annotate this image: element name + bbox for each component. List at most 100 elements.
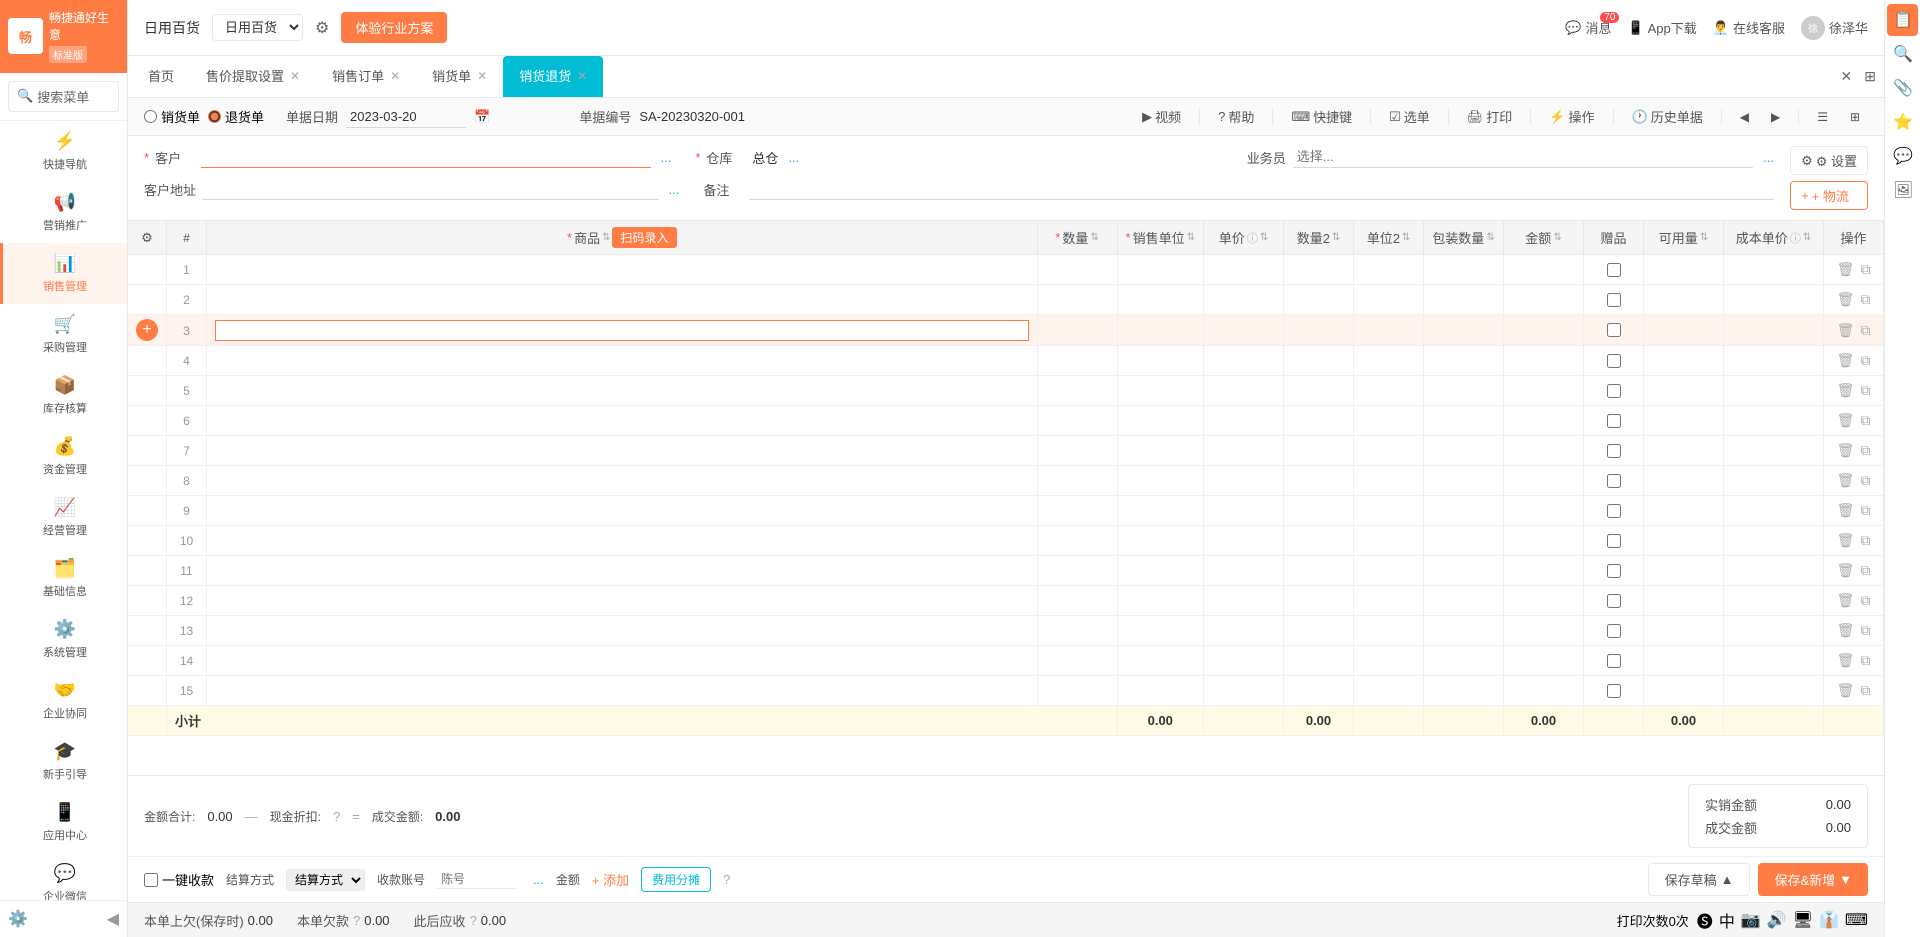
row-price-7[interactable] [1204, 436, 1284, 466]
row-price-3[interactable] [1204, 315, 1284, 346]
s-icon-4[interactable]: 🔊 [1767, 910, 1787, 930]
row-amount-10[interactable] [1504, 526, 1584, 556]
sidebar-item-wechat[interactable]: 💬企业微信 [0, 853, 127, 900]
row-amount-7[interactable] [1504, 436, 1584, 466]
delete-row-icon-7[interactable]: 🗑 [1837, 442, 1855, 459]
discount-info-icon[interactable]: ? [333, 809, 340, 824]
row-pkg-8[interactable] [1424, 466, 1504, 496]
gift-checkbox-8[interactable] [1607, 474, 1621, 488]
settings-button[interactable]: ⚙ ⚙ 设置 [1790, 146, 1868, 175]
right-panel-btn-3[interactable]: 📎 [1887, 72, 1918, 104]
row-unit2-6[interactable] [1354, 406, 1424, 436]
tab-close-sales-delivery[interactable]: ✕ [477, 69, 487, 83]
row-unit-6[interactable] [1117, 406, 1203, 436]
sort-product-icon[interactable]: ⇅ [602, 232, 610, 243]
copy-row-icon-11[interactable]: ⧉ [1860, 562, 1870, 579]
row-pkg-14[interactable] [1424, 646, 1504, 676]
s-icon-2[interactable]: 中 [1719, 908, 1735, 932]
row-price-4[interactable] [1204, 346, 1284, 376]
row-gift-10[interactable] [1584, 526, 1644, 556]
select-btn[interactable]: ☑ 选单 [1381, 104, 1438, 129]
row-price-1[interactable] [1204, 255, 1284, 285]
delete-row-icon-2[interactable]: 🗑 [1837, 291, 1855, 308]
row-price-14[interactable] [1204, 646, 1284, 676]
row-cost-3[interactable] [1724, 315, 1824, 346]
tab-close-sales-order[interactable]: ✕ [390, 69, 400, 83]
row-qty2-6[interactable] [1284, 406, 1354, 436]
row-qty-9[interactable] [1037, 496, 1117, 526]
row-unit-11[interactable] [1117, 556, 1203, 586]
row-gift-13[interactable] [1584, 616, 1644, 646]
add-row-button[interactable]: + [136, 319, 158, 341]
row-unit2-3[interactable] [1354, 315, 1424, 346]
sort-cost-icon[interactable]: ⇅ [1803, 232, 1811, 243]
delete-row-icon-12[interactable]: 🗑 [1837, 592, 1855, 609]
row-gift-1[interactable] [1584, 255, 1644, 285]
row-qty2-2[interactable] [1284, 285, 1354, 315]
tab-close-price-settings[interactable]: ✕ [290, 69, 300, 83]
row-price-6[interactable] [1204, 406, 1284, 436]
row-qty-6[interactable] [1037, 406, 1117, 436]
copy-row-icon-15[interactable]: ⧉ [1860, 682, 1870, 699]
gift-checkbox-14[interactable] [1607, 654, 1621, 668]
row-cost-10[interactable] [1724, 526, 1824, 556]
sidebar-item-quick-nav[interactable]: ⚡快捷导航 [0, 121, 127, 182]
gift-checkbox-1[interactable] [1607, 263, 1621, 277]
gift-checkbox-15[interactable] [1607, 684, 1621, 698]
delete-row-icon-13[interactable]: 🗑 [1837, 622, 1855, 639]
row-gift-14[interactable] [1584, 646, 1644, 676]
tab-home[interactable]: 首页 [132, 56, 190, 97]
row-product-4[interactable] [207, 346, 1038, 376]
row-price-8[interactable] [1204, 466, 1284, 496]
row-pkg-11[interactable] [1424, 556, 1504, 586]
sidebar-item-inventory[interactable]: 📦库存核算 [0, 365, 127, 426]
copy-row-icon-12[interactable]: ⧉ [1860, 592, 1870, 609]
sidebar-item-system[interactable]: ⚙️系统管理 [0, 609, 127, 670]
receivable-info-icon[interactable]: ? [470, 913, 477, 928]
row-product-12[interactable] [207, 586, 1038, 616]
sidebar-item-guide[interactable]: 🎓新手引导 [0, 731, 127, 792]
row-avail-4[interactable] [1644, 346, 1724, 376]
row-qty2-12[interactable] [1284, 586, 1354, 616]
delete-row-icon-6[interactable]: 🗑 [1837, 412, 1855, 429]
gift-checkbox-10[interactable] [1607, 534, 1621, 548]
row-qty-3[interactable] [1037, 315, 1117, 346]
row-unit2-12[interactable] [1354, 586, 1424, 616]
row-qty-4[interactable] [1037, 346, 1117, 376]
row-price-9[interactable] [1204, 496, 1284, 526]
row-pkg-3[interactable] [1424, 315, 1504, 346]
add-payment-button[interactable]: + 添加 [592, 870, 629, 889]
row-qty2-5[interactable] [1284, 376, 1354, 406]
row-cost-1[interactable] [1724, 255, 1824, 285]
row-cost-12[interactable] [1724, 586, 1824, 616]
row-pkg-5[interactable] [1424, 376, 1504, 406]
row-unit2-1[interactable] [1354, 255, 1424, 285]
user-profile-button[interactable]: 徐 徐泽华 [1801, 16, 1868, 40]
row-amount-2[interactable] [1504, 285, 1584, 315]
salesperson-input[interactable] [1293, 146, 1754, 168]
date-input[interactable] [346, 106, 466, 128]
row-qty-11[interactable] [1037, 556, 1117, 586]
delete-row-icon-3[interactable]: 🗑 [1837, 322, 1855, 339]
row-qty-7[interactable] [1037, 436, 1117, 466]
right-panel-btn-4[interactable]: ⭐ [1887, 106, 1918, 138]
row-unit-1[interactable] [1117, 255, 1203, 285]
delete-row-icon-10[interactable]: 🗑 [1837, 532, 1855, 549]
row-cost-8[interactable] [1724, 466, 1824, 496]
row-cost-5[interactable] [1724, 376, 1824, 406]
row-price-13[interactable] [1204, 616, 1284, 646]
row-unit2-8[interactable] [1354, 466, 1424, 496]
delete-row-icon-5[interactable]: 🗑 [1837, 382, 1855, 399]
row-pkg-7[interactable] [1424, 436, 1504, 466]
nav-next-btn[interactable]: ▶ [1763, 107, 1788, 127]
right-panel-btn-6[interactable]: 🖼 [1887, 174, 1918, 206]
row-qty2-10[interactable] [1284, 526, 1354, 556]
row-gift-2[interactable] [1584, 285, 1644, 315]
row-qty2-9[interactable] [1284, 496, 1354, 526]
row-gift-8[interactable] [1584, 466, 1644, 496]
sidebar-item-operations[interactable]: 📈经营管理 [0, 487, 127, 548]
row-unit2-9[interactable] [1354, 496, 1424, 526]
address-input[interactable] [202, 178, 659, 200]
s-icon-7[interactable]: ⌨ [1845, 910, 1868, 930]
row-avail-7[interactable] [1644, 436, 1724, 466]
